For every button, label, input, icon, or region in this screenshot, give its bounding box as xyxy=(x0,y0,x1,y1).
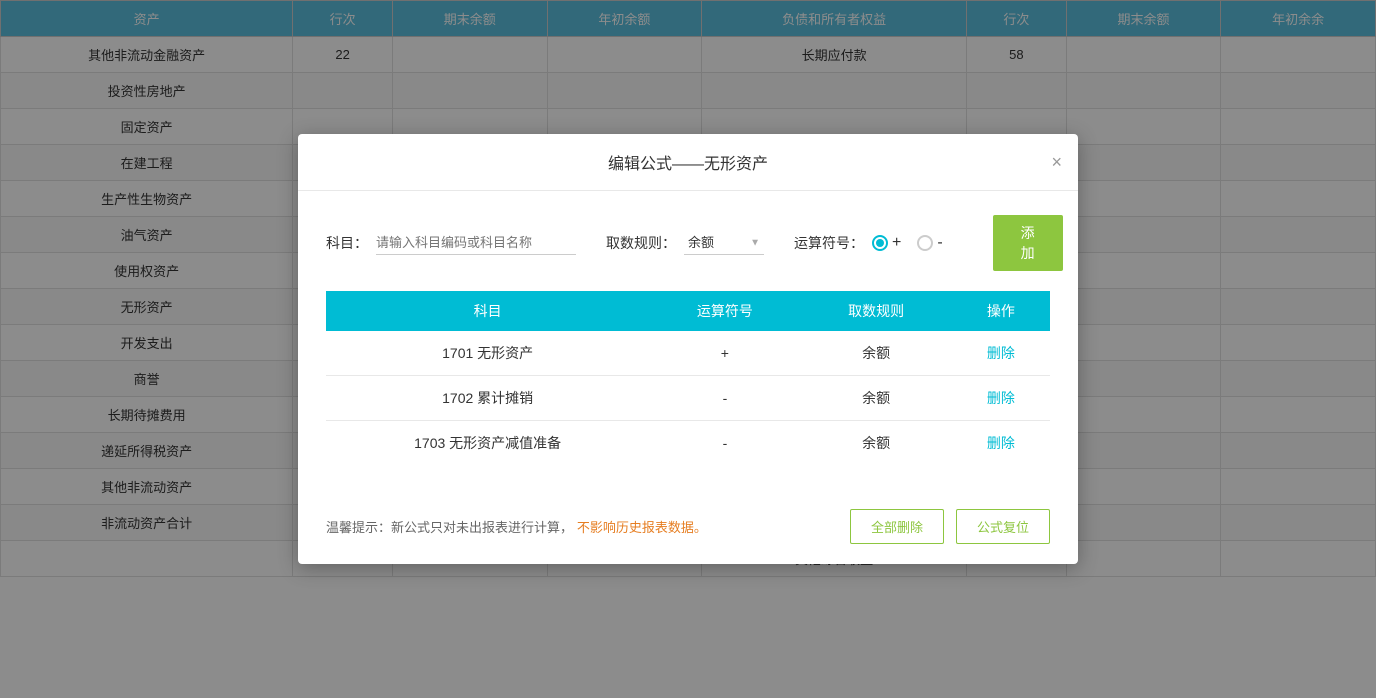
cell-action: 删除 xyxy=(952,421,1050,466)
delete-link-3[interactable]: 删除 xyxy=(987,435,1015,451)
subject-input[interactable] xyxy=(376,231,576,255)
rule-select-wrapper: 余额 借方 贷方 ▼ xyxy=(684,231,764,255)
cell-rule: 余额 xyxy=(801,421,952,466)
modal-overlay: 编辑公式——无形资产 × 科目： 取数规则： 余额 借方 xyxy=(0,0,1376,698)
reset-formula-button[interactable]: 公式复位 xyxy=(956,509,1050,544)
operator-label: 运算符号： xyxy=(794,233,864,253)
table-header-row: 科目 运算符号 取数规则 操作 xyxy=(326,291,1050,331)
radio-minus[interactable]: - xyxy=(917,234,942,252)
modal-close-button[interactable]: × xyxy=(1051,153,1062,171)
col-rule: 取数规则 xyxy=(801,291,952,331)
cell-operator: - xyxy=(649,421,800,466)
cell-operator: - xyxy=(649,376,800,421)
col-action: 操作 xyxy=(952,291,1050,331)
radio-minus-circle xyxy=(917,235,933,251)
subject-section: 科目： xyxy=(326,231,576,255)
delete-link-2[interactable]: 删除 xyxy=(987,390,1015,406)
cell-action: 删除 xyxy=(952,376,1050,421)
tip-highlight: 不影响历史报表数据。 xyxy=(577,520,707,535)
radio-minus-label: - xyxy=(937,234,942,252)
cell-rule: 余额 xyxy=(801,376,952,421)
delete-link-1[interactable]: 删除 xyxy=(987,345,1015,361)
cell-subject: 1701 无形资产 xyxy=(326,331,649,376)
footer-buttons: 全部删除 公式复位 xyxy=(850,509,1050,544)
radio-plus-circle xyxy=(872,235,888,251)
table-row: 1702 累计摊销 - 余额 删除 xyxy=(326,376,1050,421)
modal-dialog: 编辑公式——无形资产 × 科目： 取数规则： 余额 借方 xyxy=(298,134,1078,564)
col-subject: 科目 xyxy=(326,291,649,331)
radio-group: + - xyxy=(872,234,943,252)
modal-body: 科目： 取数规则： 余额 借方 贷方 ▼ xyxy=(298,191,1078,497)
modal-footer: 温馨提示：新公式只对未出报表进行计算， 不影响历史报表数据。 全部删除 公式复位 xyxy=(298,497,1078,564)
radio-plus[interactable]: + xyxy=(872,234,901,252)
delete-all-button[interactable]: 全部删除 xyxy=(850,509,944,544)
col-operator: 运算符号 xyxy=(649,291,800,331)
add-button[interactable]: 添加 xyxy=(993,215,1063,271)
rule-label: 取数规则： xyxy=(606,233,676,253)
formula-table: 科目 运算符号 取数规则 操作 1701 无形资产 + 余额 删除 1702 累… xyxy=(326,291,1050,465)
rule-section: 取数规则： 余额 借方 贷方 ▼ xyxy=(606,231,764,255)
radio-plus-label: + xyxy=(892,234,901,252)
cell-subject: 1703 无形资产减值准备 xyxy=(326,421,649,466)
operator-section: 运算符号： + - xyxy=(794,233,973,253)
tip-prefix: 温馨提示：新公式只对未出报表进行计算， xyxy=(326,520,573,535)
table-row: 1701 无形资产 + 余额 删除 xyxy=(326,331,1050,376)
rule-select[interactable]: 余额 借方 贷方 xyxy=(684,231,764,255)
cell-operator: + xyxy=(649,331,800,376)
cell-rule: 余额 xyxy=(801,331,952,376)
form-row: 科目： 取数规则： 余额 借方 贷方 ▼ xyxy=(326,215,1050,271)
modal-title: 编辑公式——无形资产 xyxy=(608,156,768,173)
cell-subject: 1702 累计摊销 xyxy=(326,376,649,421)
cell-action: 删除 xyxy=(952,331,1050,376)
subject-label: 科目： xyxy=(326,233,368,253)
modal-header: 编辑公式——无形资产 × xyxy=(298,134,1078,191)
table-row: 1703 无形资产减值准备 - 余额 删除 xyxy=(326,421,1050,466)
tip-area: 温馨提示：新公式只对未出报表进行计算， 不影响历史报表数据。 xyxy=(326,517,707,536)
